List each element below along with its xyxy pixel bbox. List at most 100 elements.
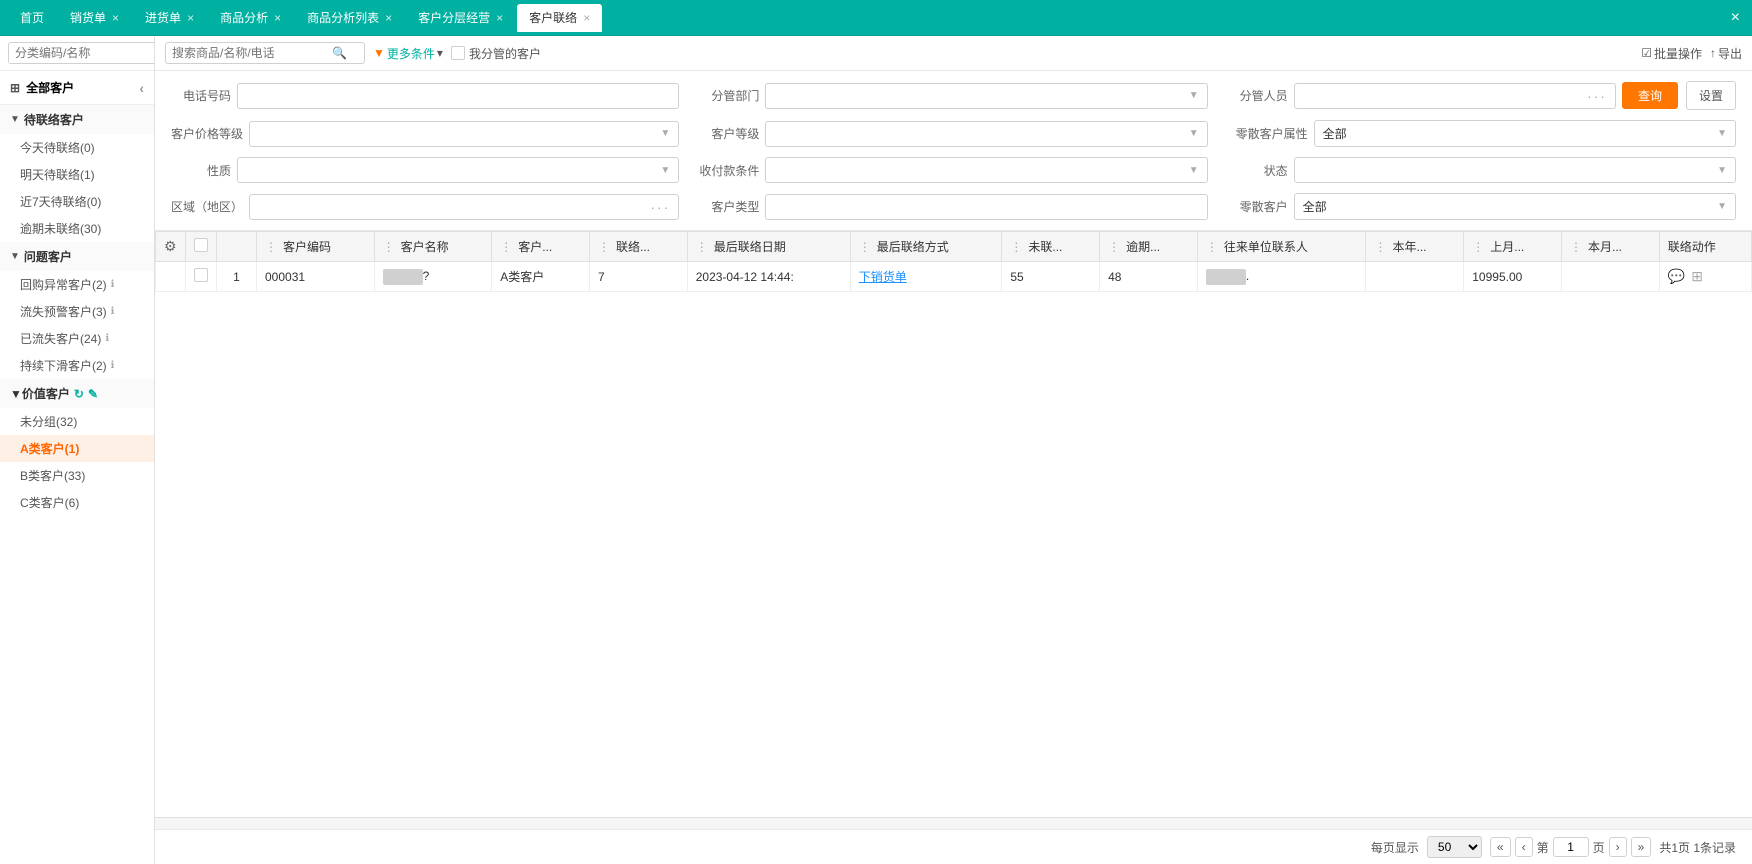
label-cust-type: 客户类型 bbox=[699, 198, 759, 215]
td-code: 000031 bbox=[257, 262, 375, 292]
resizer-unit[interactable]: ⋮ bbox=[1206, 240, 1218, 254]
sidebar-item-tomorrow[interactable]: 明天待联络(1) bbox=[0, 161, 154, 188]
select-status[interactable]: ▼ bbox=[1294, 157, 1736, 183]
resizer-code[interactable]: ⋮ bbox=[265, 240, 277, 254]
resizer-way[interactable]: ⋮ bbox=[859, 240, 871, 254]
tab-sales[interactable]: 销货单 × bbox=[58, 4, 131, 32]
td-contact: 7 bbox=[589, 262, 687, 292]
tab-goods-analysis[interactable]: 商品分析 × bbox=[208, 4, 293, 32]
resizer-year[interactable]: ⋮ bbox=[1374, 240, 1386, 254]
action-more-icon[interactable]: ⊞ bbox=[1691, 268, 1703, 285]
contact-way-link[interactable]: 下销货单 bbox=[859, 270, 907, 284]
export-btn[interactable]: ↑ 导出 bbox=[1710, 45, 1742, 62]
pagination: 每页显示 50 100 200 « ‹ 第 页 › » 共1页 1条记录 bbox=[155, 829, 1752, 864]
th-no-contact: ⋮ 未联... bbox=[1002, 232, 1100, 262]
my-customers-check[interactable] bbox=[451, 46, 465, 60]
th-action: 联络动作 bbox=[1659, 232, 1751, 262]
filter-search-icon[interactable]: 🔍 bbox=[332, 46, 347, 60]
resizer-last-month[interactable]: ⋮ bbox=[1472, 240, 1484, 254]
sidebar-section-pending[interactable]: ▼ 待联络客户 bbox=[0, 105, 154, 134]
select-all-checkbox[interactable] bbox=[194, 238, 208, 252]
select-price-level[interactable]: ▼ bbox=[249, 121, 679, 147]
select-dept[interactable]: ▼ bbox=[765, 83, 1207, 109]
tab-customer-contact[interactable]: 客户联络 × bbox=[517, 4, 602, 32]
more-conditions-btn[interactable]: ▼ 更多条件 ▾ bbox=[373, 45, 443, 62]
th-name: ⋮ 客户名称 bbox=[374, 232, 492, 262]
filter-row-manager: 分管人员 ··· 查询 设置 bbox=[1228, 81, 1736, 110]
resizer-type[interactable]: ⋮ bbox=[500, 240, 512, 254]
last-page-btn[interactable]: » bbox=[1631, 837, 1652, 857]
close-customer-layer-tab[interactable]: × bbox=[496, 11, 503, 25]
td-no-contact: 55 bbox=[1002, 262, 1100, 292]
sidebar-item-declining[interactable]: 持续下滑客户(2) ℹ bbox=[0, 352, 154, 379]
sidebar-item-overdue[interactable]: 逾期未联络(30) bbox=[0, 215, 154, 242]
tab-goods-list[interactable]: 商品分析列表 × bbox=[295, 4, 404, 32]
sidebar-item-class-b[interactable]: B类客户(33) bbox=[0, 462, 154, 489]
tab-home[interactable]: 首页 bbox=[8, 4, 56, 32]
resizer-date[interactable]: ⋮ bbox=[696, 240, 708, 254]
input-region[interactable]: ··· bbox=[249, 194, 679, 220]
td-last-month: 10995.00 bbox=[1464, 262, 1562, 292]
batch-op-btn[interactable]: ☑ 批量操作 bbox=[1641, 45, 1702, 62]
table-gear-icon[interactable]: ⚙ bbox=[164, 238, 177, 254]
filter-search-input[interactable] bbox=[172, 46, 332, 60]
input-cust-type[interactable] bbox=[765, 194, 1207, 220]
edit-value-icon[interactable]: ✎ bbox=[88, 387, 98, 401]
th-last-contact-date: ⋮ 最后联络日期 bbox=[687, 232, 850, 262]
sidebar-all-customers[interactable]: ⊞ 全部客户 ‹ bbox=[0, 71, 154, 105]
sidebar-item-repurchase[interactable]: 回购异常客户(2) ℹ bbox=[0, 271, 154, 298]
resizer-overdue[interactable]: ⋮ bbox=[1108, 240, 1120, 254]
sidebar-item-unclassified[interactable]: 未分组(32) bbox=[0, 408, 154, 435]
filter-row-retail: 零散客户 全部 ▼ bbox=[1228, 193, 1736, 220]
next-page-btn[interactable]: › bbox=[1609, 837, 1627, 857]
resizer-contact[interactable]: ⋮ bbox=[598, 240, 610, 254]
sidebar-item-7days[interactable]: 近7天待联络(0) bbox=[0, 188, 154, 215]
query-button[interactable]: 查询 bbox=[1622, 82, 1678, 109]
filter-buttons: 查询 设置 bbox=[1622, 81, 1736, 110]
close-goods-list-tab[interactable]: × bbox=[385, 11, 392, 25]
select-retail-attr[interactable]: 全部 ▼ bbox=[1314, 120, 1736, 147]
resizer-this-month[interactable]: ⋮ bbox=[1570, 240, 1582, 254]
filter-search-box[interactable]: 🔍 bbox=[165, 42, 365, 64]
input-manager[interactable]: ··· bbox=[1294, 83, 1616, 109]
tab-customer-layer[interactable]: 客户分层经营 × bbox=[406, 4, 515, 32]
close-all-tabs[interactable]: × bbox=[1727, 5, 1744, 31]
close-purchase-tab[interactable]: × bbox=[187, 11, 194, 25]
sidebar-item-class-a[interactable]: A类客户(1) bbox=[0, 435, 154, 462]
page-number-input[interactable] bbox=[1553, 837, 1589, 857]
sidebar-section-problem[interactable]: ▼ 问题客户 bbox=[0, 242, 154, 271]
label-status: 状态 bbox=[1228, 162, 1288, 179]
sidebar-item-churned[interactable]: 已流失客户(24) ℹ bbox=[0, 325, 154, 352]
sidebar-search-input[interactable] bbox=[8, 42, 155, 64]
horizontal-scrollbar[interactable] bbox=[155, 817, 1752, 829]
select-payment[interactable]: ▼ bbox=[765, 157, 1207, 183]
status-arrow: ▼ bbox=[1717, 165, 1727, 176]
close-customer-contact-tab[interactable]: × bbox=[583, 11, 590, 25]
input-phone[interactable] bbox=[237, 83, 679, 109]
first-page-btn[interactable]: « bbox=[1490, 837, 1511, 857]
sidebar-item-churn-warning[interactable]: 流失预警客户(3) ℹ bbox=[0, 298, 154, 325]
select-cust-level[interactable]: ▼ bbox=[765, 121, 1207, 147]
unit-block bbox=[1206, 269, 1246, 285]
my-customers-checkbox[interactable]: 我分管的客户 bbox=[451, 45, 541, 62]
sidebar-collapse-icon[interactable]: ‹ bbox=[139, 80, 144, 96]
select-nature[interactable]: ▼ bbox=[237, 157, 679, 183]
close-goods-analysis-tab[interactable]: × bbox=[274, 11, 281, 25]
resizer-name[interactable]: ⋮ bbox=[383, 240, 395, 254]
tab-purchase[interactable]: 进货单 × bbox=[133, 4, 206, 32]
sidebar-item-class-c[interactable]: C类客户(6) bbox=[0, 489, 154, 516]
refresh-icon[interactable]: ↻ bbox=[74, 387, 84, 401]
select-retail[interactable]: 全部 ▼ bbox=[1294, 193, 1736, 220]
settings-button[interactable]: 设置 bbox=[1686, 81, 1736, 110]
td-overdue: 48 bbox=[1100, 262, 1198, 292]
prev-page-btn[interactable]: ‹ bbox=[1515, 837, 1533, 857]
resizer-no-contact[interactable]: ⋮ bbox=[1010, 240, 1022, 254]
row-checkbox[interactable] bbox=[194, 268, 208, 282]
per-page-select[interactable]: 50 100 200 bbox=[1427, 836, 1482, 858]
sidebar-section-value[interactable]: ▼ 价值客户 ↻ ✎ bbox=[0, 379, 154, 408]
td-this-year bbox=[1366, 262, 1464, 292]
sidebar-item-today[interactable]: 今天待联络(0) bbox=[0, 134, 154, 161]
close-sales-tab[interactable]: × bbox=[112, 11, 119, 25]
action-message-icon[interactable]: 💬 bbox=[1668, 268, 1685, 285]
filter-row-phone: 电话号码 bbox=[171, 81, 679, 110]
